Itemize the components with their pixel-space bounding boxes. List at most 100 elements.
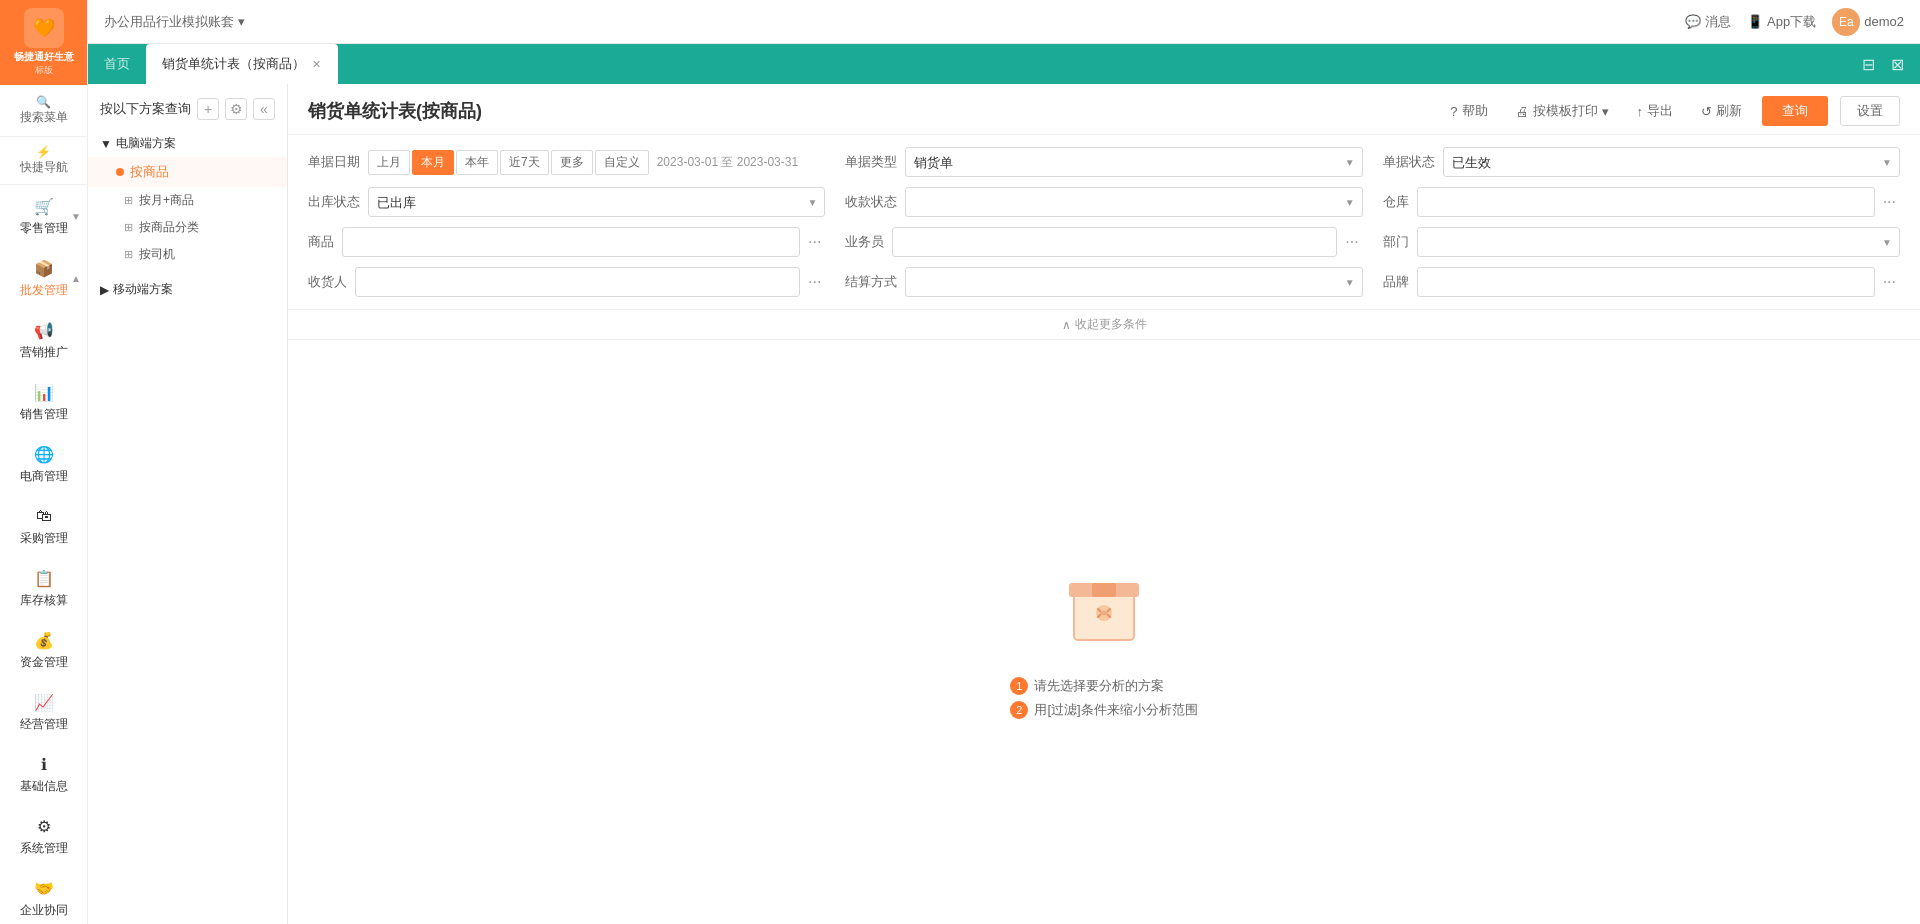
sidebar-item-search[interactable]: 🔍 搜索菜单 bbox=[0, 85, 87, 137]
product-input[interactable] bbox=[342, 227, 800, 257]
filter-row-2: 出库状态 已出库 收款状态 bbox=[308, 187, 1900, 217]
message-btn[interactable]: 💬 消息 bbox=[1685, 13, 1731, 31]
date-tab-this-month[interactable]: 本月 bbox=[412, 150, 454, 175]
sidebar-item-purchase[interactable]: 🛍 采购管理 bbox=[0, 495, 87, 557]
date-tab-this-year[interactable]: 本年 bbox=[456, 150, 498, 175]
stock-status-label: 出库状态 bbox=[308, 193, 360, 211]
doc-status-select[interactable]: 已生效 bbox=[1443, 147, 1900, 177]
refresh-btn[interactable]: ↺ 刷新 bbox=[1693, 98, 1750, 124]
payment-status-select[interactable] bbox=[905, 187, 1362, 217]
industry-dropdown[interactable]: 办公用品行业模拟账套 ▾ bbox=[104, 13, 245, 31]
consignee-dots-icon[interactable]: ··· bbox=[804, 273, 825, 291]
date-filter-label: 单据日期 bbox=[308, 153, 360, 171]
sidebar-item-sales[interactable]: 📊 销售管理 bbox=[0, 371, 87, 433]
consignee-input[interactable] bbox=[355, 267, 800, 297]
export-icon: ↑ bbox=[1637, 104, 1644, 119]
hint-text-1: 请先选择要分析的方案 bbox=[1034, 677, 1164, 695]
scheme-item-by-driver[interactable]: ⊞ 按司机 bbox=[88, 241, 287, 268]
scheme-driver-icon: ⊞ bbox=[124, 248, 133, 261]
settlement-select[interactable] bbox=[905, 267, 1362, 297]
filter-item-salesperson: 业务员 ··· bbox=[845, 227, 1362, 257]
tab-minimize-icon[interactable]: ⊟ bbox=[1858, 51, 1879, 78]
doc-type-select[interactable]: 销货单 bbox=[905, 147, 1362, 177]
svg-line-4 bbox=[1098, 609, 1100, 611]
scheme-group-mobile-title[interactable]: ▶ 移动端方案 bbox=[88, 276, 287, 303]
basic-info-label: 基础信息 bbox=[20, 778, 68, 795]
empty-state: 1 请先选择要分析的方案 2 用[过滤]条件来缩小分析范围 bbox=[288, 340, 1920, 924]
product-dots-icon[interactable]: ··· bbox=[804, 233, 825, 251]
settings-btn[interactable]: 设置 bbox=[1840, 96, 1900, 126]
page-title-bar: 销货单统计表(按商品) ? 帮助 🖨 按模板打印 ▾ ↑ bbox=[288, 84, 1920, 135]
brand-input[interactable] bbox=[1417, 267, 1875, 297]
app-download-btn[interactable]: 📱 App下载 bbox=[1747, 13, 1816, 31]
app-title: 畅捷通好生意 bbox=[14, 50, 74, 64]
scheme-item-by-driver-label: 按司机 bbox=[139, 246, 175, 263]
date-tab-group: 上月 本月 本年 近7天 更多 自定义 bbox=[368, 150, 649, 175]
ecommerce-label: 电商管理 bbox=[20, 468, 68, 485]
date-tab-more[interactable]: 更多 bbox=[551, 150, 593, 175]
sidebar-item-marketing[interactable]: 📢 营销推广 bbox=[0, 309, 87, 371]
settlement-label: 结算方式 bbox=[845, 273, 897, 291]
scheme-group-pc-label: 电脑端方案 bbox=[116, 135, 176, 152]
sidebar-item-system[interactable]: ⚙ 系统管理 bbox=[0, 805, 87, 867]
brand-dots-icon[interactable]: ··· bbox=[1879, 273, 1900, 291]
system-icon: ⚙ bbox=[33, 815, 55, 837]
scheme-active-dot bbox=[116, 168, 124, 176]
print-template-btn[interactable]: 🖨 按模板打印 ▾ bbox=[1508, 98, 1617, 124]
avatar: Ea bbox=[1832, 8, 1860, 36]
warehouse-input[interactable] bbox=[1417, 187, 1875, 217]
top-header: 办公用品行业模拟账套 ▾ 💬 消息 📱 App下载 Ea demo2 bbox=[88, 0, 1920, 44]
scheme-group-pc-title[interactable]: ▼ 电脑端方案 bbox=[88, 130, 287, 157]
date-tab-last-7[interactable]: 近7天 bbox=[500, 150, 549, 175]
retail-icon: 🛒 bbox=[33, 195, 55, 217]
tab-close-icon[interactable]: ✕ bbox=[311, 57, 322, 72]
header-left: 办公用品行业模拟账套 ▾ bbox=[104, 13, 245, 31]
date-tab-last-month[interactable]: 上月 bbox=[368, 150, 410, 175]
scheme-item-by-category[interactable]: ⊞ 按商品分类 bbox=[88, 214, 287, 241]
tab-home[interactable]: 首页 bbox=[88, 44, 146, 84]
filter-item-consignee: 收货人 ··· bbox=[308, 267, 825, 297]
scheme-setting-btn[interactable]: ⚙ bbox=[225, 98, 247, 120]
scheme-add-btn[interactable]: + bbox=[197, 98, 219, 120]
collapse-label: 收起更多条件 bbox=[1075, 316, 1147, 333]
scheme-panel-actions: + ⚙ « bbox=[197, 98, 275, 120]
help-btn[interactable]: ? 帮助 bbox=[1442, 98, 1495, 124]
finance-icon: 💰 bbox=[33, 629, 55, 651]
department-label: 部门 bbox=[1383, 233, 1409, 251]
sidebar-item-cooperation[interactable]: 🤝 企业协同 bbox=[0, 867, 87, 924]
app-download-label: App下载 bbox=[1767, 13, 1816, 31]
empty-hint-2: 2 用[过滤]条件来缩小分析范围 bbox=[1010, 701, 1197, 719]
sidebar-item-retail[interactable]: 🛒 零售管理 ▼ bbox=[0, 185, 87, 247]
salesperson-dots-icon[interactable]: ··· bbox=[1341, 233, 1362, 251]
query-btn[interactable]: 查询 bbox=[1762, 96, 1828, 126]
page-content: 按以下方案查询 + ⚙ « bbox=[88, 84, 1920, 924]
search-label: 搜索菜单 bbox=[20, 109, 68, 126]
filter-row-4: 收货人 ··· 结算方式 bbox=[308, 267, 1900, 297]
sidebar-item-finance[interactable]: 💰 资金管理 bbox=[0, 619, 87, 681]
tab-sales-stats[interactable]: 销货单统计表（按商品） ✕ bbox=[146, 44, 338, 84]
scheme-item-by-month-product[interactable]: ⊞ 按月+商品 bbox=[88, 187, 287, 214]
scheme-collapse-btn[interactable]: « bbox=[253, 98, 275, 120]
user-profile[interactable]: Ea demo2 bbox=[1832, 8, 1904, 36]
warehouse-dots-icon[interactable]: ··· bbox=[1879, 193, 1900, 211]
stock-status-select[interactable]: 已出库 bbox=[368, 187, 825, 217]
salesperson-input[interactable] bbox=[892, 227, 1337, 257]
sidebar-item-wholesale[interactable]: 📦 批发管理 ▲ bbox=[0, 247, 87, 309]
sidebar-item-ecommerce[interactable]: 🌐 电商管理 bbox=[0, 433, 87, 495]
sidebar-item-inventory[interactable]: 📋 库存核算 bbox=[0, 557, 87, 619]
department-select[interactable] bbox=[1417, 227, 1900, 257]
date-tab-custom[interactable]: 自定义 bbox=[595, 150, 649, 175]
quick-nav-label: 快捷导航 bbox=[20, 159, 68, 176]
collapse-conditions-btn[interactable]: ∧ 收起更多条件 bbox=[1062, 316, 1147, 333]
sidebar-item-quick-nav[interactable]: ⚡ 快捷导航 bbox=[0, 137, 87, 185]
scheme-panel-title: 按以下方案查询 bbox=[100, 100, 191, 118]
svg-line-6 bbox=[1108, 609, 1110, 611]
sidebar-item-basic-info[interactable]: ℹ 基础信息 bbox=[0, 743, 87, 805]
export-btn[interactable]: ↑ 导出 bbox=[1629, 98, 1682, 124]
tab-maximize-icon[interactable]: ⊠ bbox=[1887, 51, 1908, 78]
scheme-item-by-product-label: 按商品 bbox=[130, 163, 169, 181]
scheme-item-by-product[interactable]: 按商品 bbox=[88, 157, 287, 187]
sidebar-item-management[interactable]: 📈 经营管理 bbox=[0, 681, 87, 743]
inventory-label: 库存核算 bbox=[20, 592, 68, 609]
content-area: 按以下方案查询 + ⚙ « bbox=[88, 84, 1920, 924]
